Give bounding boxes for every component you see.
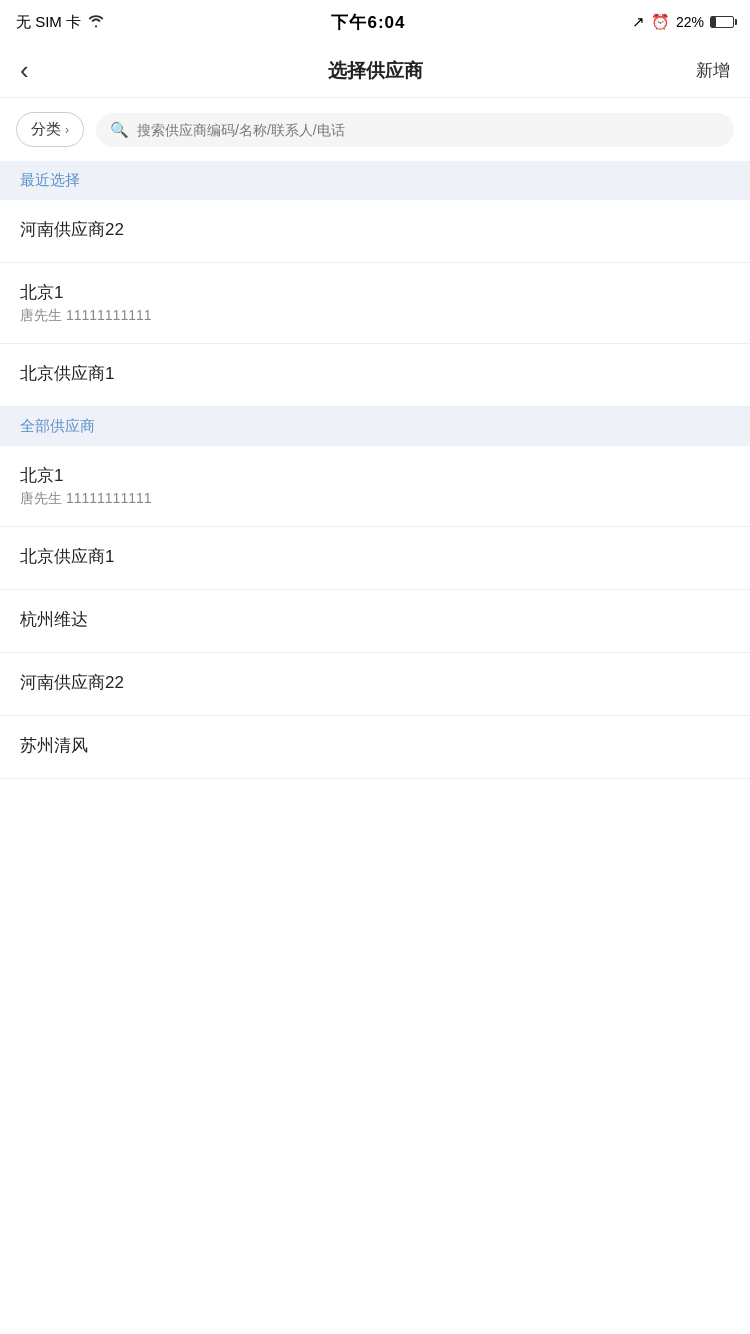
- section-header-label-all: 全部供应商: [20, 417, 95, 434]
- status-left: 无 SIM 卡: [16, 13, 105, 32]
- item-name: 北京1: [20, 464, 730, 487]
- section-header-all: 全部供应商: [0, 407, 750, 446]
- list-item[interactable]: 北京供应商1: [0, 527, 750, 590]
- battery-percent: 22%: [676, 14, 704, 30]
- item-subtitle: 唐先生 11111111111: [20, 490, 730, 508]
- search-input[interactable]: [137, 122, 720, 138]
- item-name: 河南供应商22: [20, 218, 730, 241]
- section-header-label-recent: 最近选择: [20, 171, 80, 188]
- item-name: 苏州清风: [20, 734, 730, 757]
- item-name: 杭州维达: [20, 608, 730, 631]
- status-time: 下午6:04: [331, 11, 405, 34]
- category-label: 分类: [31, 120, 61, 139]
- search-box: 🔍: [96, 113, 734, 147]
- list-item[interactable]: 杭州维达: [0, 590, 750, 653]
- category-filter-button[interactable]: 分类 ›: [16, 112, 84, 147]
- back-button[interactable]: ‹: [20, 55, 70, 86]
- item-name: 北京1: [20, 281, 730, 304]
- item-name: 北京供应商1: [20, 545, 730, 568]
- list-item[interactable]: 苏州清风: [0, 716, 750, 779]
- chevron-right-icon: ›: [65, 123, 69, 137]
- section-header-recent: 最近选择: [0, 161, 750, 200]
- search-icon: 🔍: [110, 121, 129, 139]
- item-name: 河南供应商22: [20, 671, 730, 694]
- add-button[interactable]: 新增: [680, 59, 730, 82]
- list-item[interactable]: 北京1 唐先生 11111111111: [0, 446, 750, 527]
- list-item[interactable]: 北京供应商1: [0, 344, 750, 407]
- wifi-icon: [87, 14, 105, 31]
- battery-icon: [710, 16, 734, 28]
- status-bar: 无 SIM 卡 下午6:04 ↗ ⏰ 22%: [0, 0, 750, 44]
- filter-bar: 分类 › 🔍: [0, 98, 750, 161]
- page-title: 选择供应商: [328, 58, 423, 84]
- list-item[interactable]: 北京1 唐先生 11111111111: [0, 263, 750, 344]
- list-item[interactable]: 河南供应商22: [0, 653, 750, 716]
- carrier-text: 无 SIM 卡: [16, 13, 81, 32]
- sections-container: 最近选择河南供应商22 北京1 唐先生 11111111111 北京供应商1 全部供应商…: [0, 161, 750, 779]
- status-right: ↗ ⏰ 22%: [632, 13, 734, 31]
- list-item[interactable]: 河南供应商22: [0, 200, 750, 263]
- item-subtitle: 唐先生 11111111111: [20, 307, 730, 325]
- nav-bar: ‹ 选择供应商 新增: [0, 44, 750, 98]
- item-name: 北京供应商1: [20, 362, 730, 385]
- location-icon: ↗: [632, 13, 645, 31]
- alarm-icon: ⏰: [651, 13, 670, 31]
